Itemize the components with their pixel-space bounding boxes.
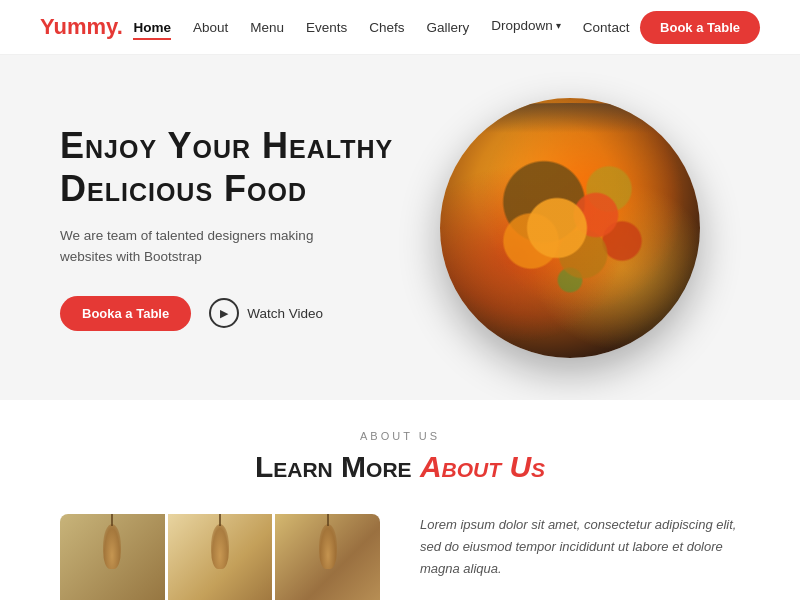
nav-item-home[interactable]: Home xyxy=(133,18,171,36)
book-table-nav-button[interactable]: Book a Table xyxy=(640,11,760,44)
navbar: Yummy. Home About Menu Events Chefs Gall… xyxy=(0,0,800,55)
food-bowl-image xyxy=(440,98,700,358)
watch-video-label: Watch Video xyxy=(247,306,323,321)
logo[interactable]: Yummy. xyxy=(40,14,123,40)
nav-item-contact[interactable]: Contact xyxy=(583,18,630,36)
about-images xyxy=(60,514,380,600)
hero-subtitle: We are team of talented designers making… xyxy=(60,225,340,268)
chevron-down-icon: ▾ xyxy=(556,20,561,31)
nav-item-dropdown[interactable]: Dropdown ▾ xyxy=(491,18,561,36)
book-table-hero-button[interactable]: Booka a Table xyxy=(60,296,191,331)
about-title: Learn More About Us xyxy=(60,450,740,484)
play-icon: ▶ xyxy=(209,298,239,328)
logo-text: Yummy xyxy=(40,14,117,39)
nav-item-events[interactable]: Events xyxy=(306,18,347,36)
about-text: Lorem ipsum dolor sit amet, consectetur … xyxy=(420,514,740,580)
hero-title: Enjoy Your Healthy Delicious Food xyxy=(60,124,400,210)
about-image-1 xyxy=(60,514,165,600)
about-label: About Us xyxy=(60,430,740,442)
about-body: Lorem ipsum dolor sit amet, consectetur … xyxy=(420,514,740,580)
nav-item-gallery[interactable]: Gallery xyxy=(427,18,470,36)
about-image-3 xyxy=(275,514,380,600)
hero-image xyxy=(400,98,740,358)
about-section: About Us Learn More About Us Lorem ipsum… xyxy=(0,400,800,600)
hero-actions: Booka a Table ▶ Watch Video xyxy=(60,296,400,331)
nav-links: Home About Menu Events Chefs Gallery Dro… xyxy=(133,18,629,36)
watch-video-button[interactable]: ▶ Watch Video xyxy=(209,298,323,328)
about-title-highlight: About Us xyxy=(420,450,545,483)
about-image-2 xyxy=(168,514,273,600)
about-title-plain: Learn More xyxy=(255,450,420,483)
nav-item-about[interactable]: About xyxy=(193,18,228,36)
hero-text: Enjoy Your Healthy Delicious Food We are… xyxy=(60,124,400,331)
about-content: Lorem ipsum dolor sit amet, consectetur … xyxy=(60,514,740,600)
logo-dot: . xyxy=(117,14,123,39)
food-items-overlay xyxy=(440,98,700,358)
nav-item-chefs[interactable]: Chefs xyxy=(369,18,404,36)
nav-item-menu[interactable]: Menu xyxy=(250,18,284,36)
hero-section: Enjoy Your Healthy Delicious Food We are… xyxy=(0,55,800,400)
